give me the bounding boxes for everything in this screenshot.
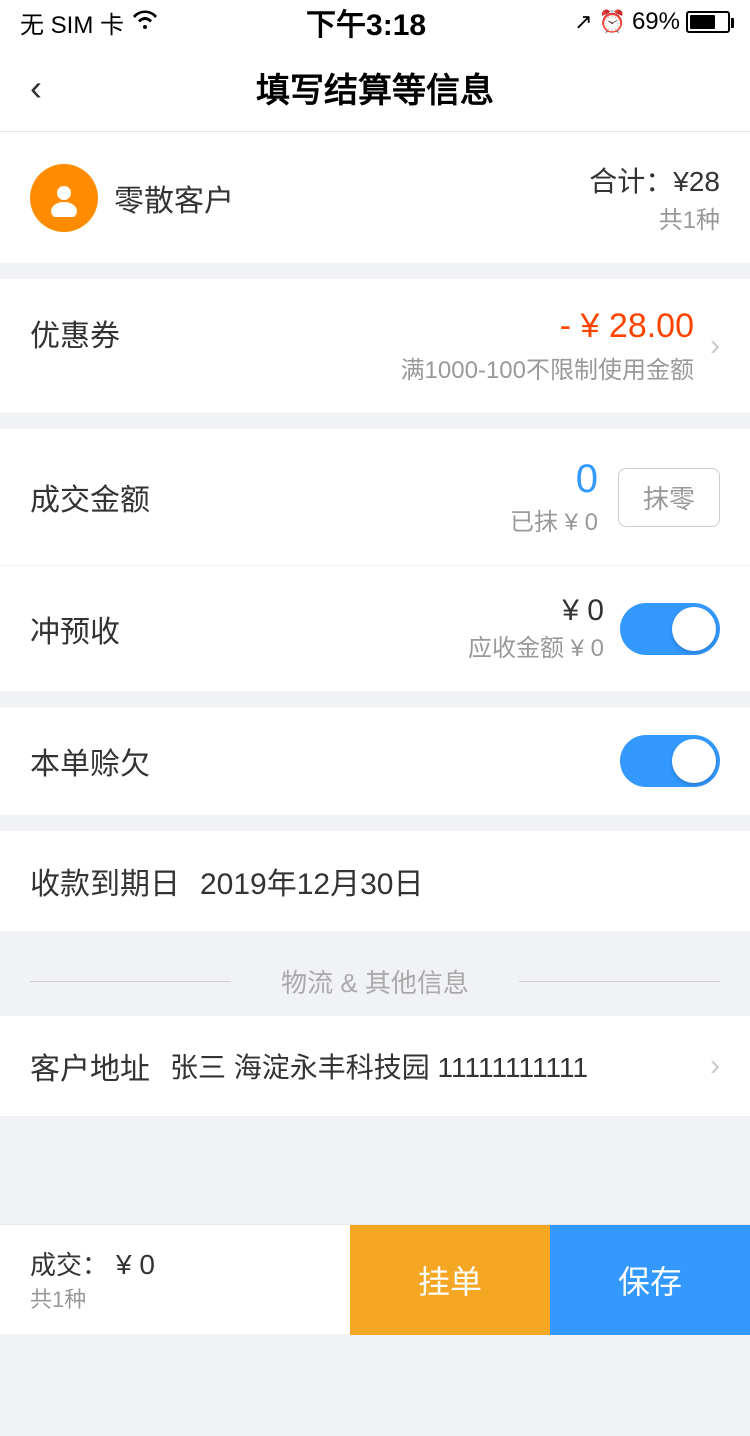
hold-button[interactable]: 挂单 — [350, 1225, 550, 1335]
customer-total-container: 合计：¥28 共1种 — [589, 160, 720, 235]
coupon-value-container: - ¥ 28.00 满1000-100不限制使用金额 — [401, 307, 694, 385]
customer-count: 共1种 — [589, 200, 720, 235]
deal-section: 成交金额 0 已抹 ¥ 0 抹零 冲预收 ¥ 0 应收金额 ¥ 0 — [0, 429, 750, 691]
deal-amount-row: 成交金额 0 已抹 ¥ 0 抹零 — [0, 429, 750, 566]
due-value: 2019年12月30日 — [200, 859, 423, 903]
wifi-icon — [132, 8, 158, 36]
address-section: 客户地址 张三 海淀永丰科技园 11111111111 › — [0, 1016, 750, 1116]
prepay-amount-wrap: ¥ 0 应收金额 ¥ 0 — [468, 594, 604, 663]
address-row[interactable]: 客户地址 张三 海淀永丰科技园 11111111111 › — [0, 1016, 750, 1116]
divider-line-left — [30, 981, 231, 982]
round-zero-button[interactable]: 抹零 — [618, 468, 720, 527]
due-row: 收款到期日 2019年12月30日 — [0, 831, 750, 931]
prepay-label: 冲预收 — [30, 607, 120, 651]
bottom-info: 成交： ¥ 0 共1种 — [0, 1245, 350, 1314]
coupon-sub: 满1000-100不限制使用金额 — [401, 350, 694, 385]
coupon-right: - ¥ 28.00 满1000-100不限制使用金额 › — [401, 307, 720, 385]
battery-percent: 69% — [632, 8, 680, 36]
due-label: 收款到期日 — [30, 859, 180, 903]
logistics-divider: 物流 & 其他信息 — [0, 947, 750, 1016]
divider-line-right — [519, 981, 720, 982]
bottom-count: 共1种 — [30, 1282, 320, 1314]
prepay-toggle[interactable] — [620, 603, 720, 655]
coupon-label: 优惠券 — [30, 307, 120, 355]
deal-amount-right: 0 已抹 ¥ 0 抹零 — [510, 457, 720, 537]
back-button[interactable]: ‹ — [30, 67, 42, 109]
customer-name: 零散客户 — [114, 176, 234, 220]
bottom-deal-label: 成交： — [30, 1245, 108, 1282]
logistics-label: 物流 & 其他信息 — [281, 963, 469, 1000]
address-chevron-icon: › — [710, 1049, 720, 1083]
status-bar: 无 SIM 卡 下午3:18 ↗ ⏰ 69% — [0, 0, 750, 44]
credit-row: 本单赊欠 — [0, 707, 750, 815]
status-right: ↗ ⏰ 69% — [574, 8, 730, 36]
battery-icon — [686, 11, 730, 33]
alarm-icon: ⏰ — [599, 9, 626, 35]
status-left: 无 SIM 卡 — [20, 5, 158, 40]
credit-section: 本单赊欠 — [0, 707, 750, 815]
customer-total: 合计：¥28 — [589, 160, 720, 200]
nav-bar: ‹ 填写结算等信息 — [0, 44, 750, 132]
deal-amount-value: 0 — [510, 457, 598, 502]
prepay-right: ¥ 0 应收金额 ¥ 0 — [468, 594, 720, 663]
coupon-section: 优惠券 - ¥ 28.00 满1000-100不限制使用金额 › — [0, 279, 750, 413]
location-icon: ↗ — [574, 9, 592, 35]
customer-row: 零散客户 合计：¥28 共1种 — [0, 132, 750, 263]
deal-amount-wrap: 0 已抹 ¥ 0 — [510, 457, 598, 537]
deal-amount-sub: 已抹 ¥ 0 — [510, 502, 598, 537]
due-section: 收款到期日 2019年12月30日 — [0, 831, 750, 931]
credit-toggle[interactable] — [620, 735, 720, 787]
prepay-row: 冲预收 ¥ 0 应收金额 ¥ 0 — [0, 566, 750, 691]
bottom-deal-row: 成交： ¥ 0 — [30, 1245, 320, 1282]
customer-info: 零散客户 — [30, 164, 234, 232]
page-title: 填写结算等信息 — [256, 63, 494, 112]
coupon-row[interactable]: 优惠券 - ¥ 28.00 满1000-100不限制使用金额 › — [0, 279, 750, 413]
carrier-text: 无 SIM 卡 — [20, 5, 124, 40]
credit-label: 本单赊欠 — [30, 739, 150, 783]
coupon-chevron-icon: › — [710, 329, 720, 363]
bottom-bar: 成交： ¥ 0 共1种 挂单 保存 — [0, 1224, 750, 1334]
prepay-amount: ¥ 0 — [468, 594, 604, 628]
deal-amount-label: 成交金额 — [30, 475, 150, 519]
customer-avatar — [30, 164, 98, 232]
prepay-sub: 应收金额 ¥ 0 — [468, 628, 604, 663]
address-value: 张三 海淀永丰科技园 11111111111 — [170, 1046, 710, 1086]
save-button[interactable]: 保存 — [550, 1225, 750, 1335]
coupon-value: - ¥ 28.00 — [401, 307, 694, 346]
bottom-deal-value: ¥ 0 — [116, 1249, 155, 1281]
status-time: 下午3:18 — [306, 0, 426, 44]
address-label: 客户地址 — [30, 1044, 150, 1088]
